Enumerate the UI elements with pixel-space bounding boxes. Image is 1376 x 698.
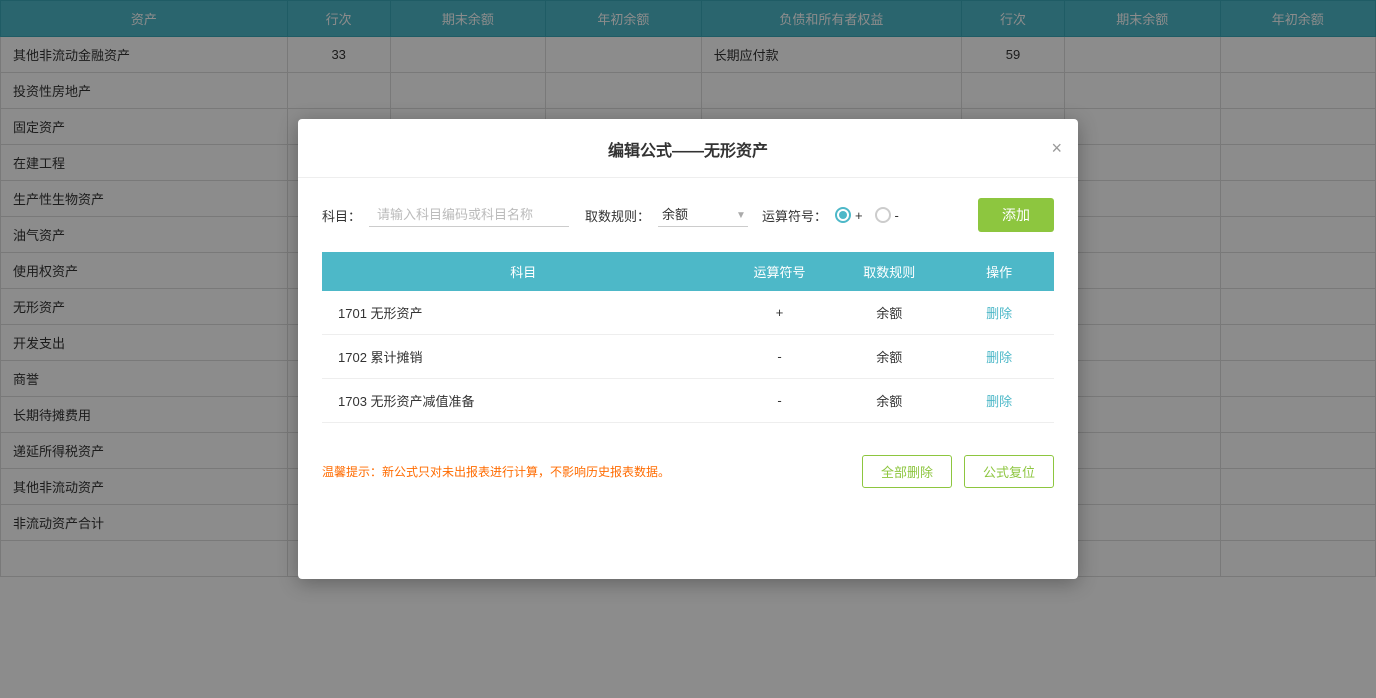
footer-buttons: 全部删除 公式复位 bbox=[862, 455, 1054, 488]
modal-close-button[interactable]: × bbox=[1051, 139, 1062, 157]
subject-label: 科目： bbox=[322, 206, 361, 225]
subject-input[interactable] bbox=[369, 203, 569, 227]
formula-rule-cell: 余额 bbox=[834, 379, 944, 423]
operator-label: 运算符号： bbox=[762, 206, 827, 225]
formula-rule-cell: 余额 bbox=[834, 291, 944, 335]
formula-subject-cell: 1703 无形资产减值准备 bbox=[322, 379, 725, 423]
col-operator: 运算符号 bbox=[725, 252, 835, 291]
operator-group: 运算符号： + - bbox=[762, 206, 899, 225]
formula-subject-cell: 1702 累计摊销 bbox=[322, 335, 725, 379]
operator-plus-radio[interactable] bbox=[835, 207, 851, 223]
formula-operator-cell: + bbox=[725, 291, 835, 335]
hint-text: 温馨提示：新公式只对未出报表进行计算，不影响历史报表数据。 bbox=[322, 463, 670, 480]
add-button[interactable]: 添加 bbox=[978, 198, 1054, 232]
formula-operator-cell: - bbox=[725, 335, 835, 379]
operator-minus-item[interactable]: - bbox=[875, 207, 899, 223]
operator-plus-item[interactable]: + bbox=[835, 207, 863, 223]
delete-row-link[interactable]: 删除 bbox=[986, 306, 1012, 321]
modal-header: 编辑公式——无形资产 × bbox=[298, 119, 1078, 178]
delete-row-link[interactable]: 删除 bbox=[986, 350, 1012, 365]
delete-row-link[interactable]: 删除 bbox=[986, 394, 1012, 409]
formula-subject-cell: 1701 无形资产 bbox=[322, 291, 725, 335]
formula-action-cell: 删除 bbox=[944, 291, 1054, 335]
edit-formula-modal: 编辑公式——无形资产 × 科目： 取数规则： 余额 bbox=[298, 119, 1078, 579]
modal-body: 科目： 取数规则： 余额 借方 贷方 借方发生额 贷方发生额 bbox=[298, 178, 1078, 439]
operator-minus-radio[interactable] bbox=[875, 207, 891, 223]
formula-table-row: 1703 无形资产减值准备-余额 删除 bbox=[322, 379, 1054, 423]
formula-rule-cell: 余额 bbox=[834, 335, 944, 379]
formula-action-cell: 删除 bbox=[944, 379, 1054, 423]
col-subject: 科目 bbox=[322, 252, 725, 291]
form-row: 科目： 取数规则： 余额 借方 贷方 借方发生额 贷方发生额 bbox=[322, 198, 1054, 232]
formula-table-row: 1702 累计摊销-余额 删除 bbox=[322, 335, 1054, 379]
rule-group: 取数规则： 余额 借方 贷方 借方发生额 贷方发生额 ▼ bbox=[585, 203, 746, 227]
operator-radio-group: + - bbox=[835, 207, 899, 223]
formula-operator-cell: - bbox=[725, 379, 835, 423]
formula-table-row: 1701 无形资产+余额 删除 bbox=[322, 291, 1054, 335]
operator-plus-label: + bbox=[855, 208, 863, 223]
delete-all-button[interactable]: 全部删除 bbox=[862, 455, 952, 488]
formula-table: 科目 运算符号 取数规则 操作 1701 无形资产+余额删除1702 累计摊销-… bbox=[322, 252, 1054, 423]
modal-title: 编辑公式——无形资产 bbox=[608, 143, 768, 160]
modal-footer: 温馨提示：新公式只对未出报表进行计算，不影响历史报表数据。 全部删除 公式复位 bbox=[298, 439, 1078, 508]
formula-reset-button[interactable]: 公式复位 bbox=[964, 455, 1054, 488]
rule-select[interactable]: 余额 借方 贷方 借方发生额 贷方发生额 bbox=[658, 203, 748, 227]
formula-action-cell: 删除 bbox=[944, 335, 1054, 379]
operator-minus-label: - bbox=[895, 208, 899, 223]
modal-overlay: 编辑公式——无形资产 × 科目： 取数规则： 余额 bbox=[0, 0, 1376, 698]
rule-select-wrap: 余额 借方 贷方 借方发生额 贷方发生额 ▼ bbox=[658, 203, 746, 227]
subject-group: 科目： bbox=[322, 203, 569, 227]
col-action: 操作 bbox=[944, 252, 1054, 291]
col-rule: 取数规则 bbox=[834, 252, 944, 291]
rule-label: 取数规则： bbox=[585, 206, 650, 225]
background-container: 资产 行次 期末余额 年初余额 负债和所有者权益 行次 期末余额 年初余额 其他… bbox=[0, 0, 1376, 698]
